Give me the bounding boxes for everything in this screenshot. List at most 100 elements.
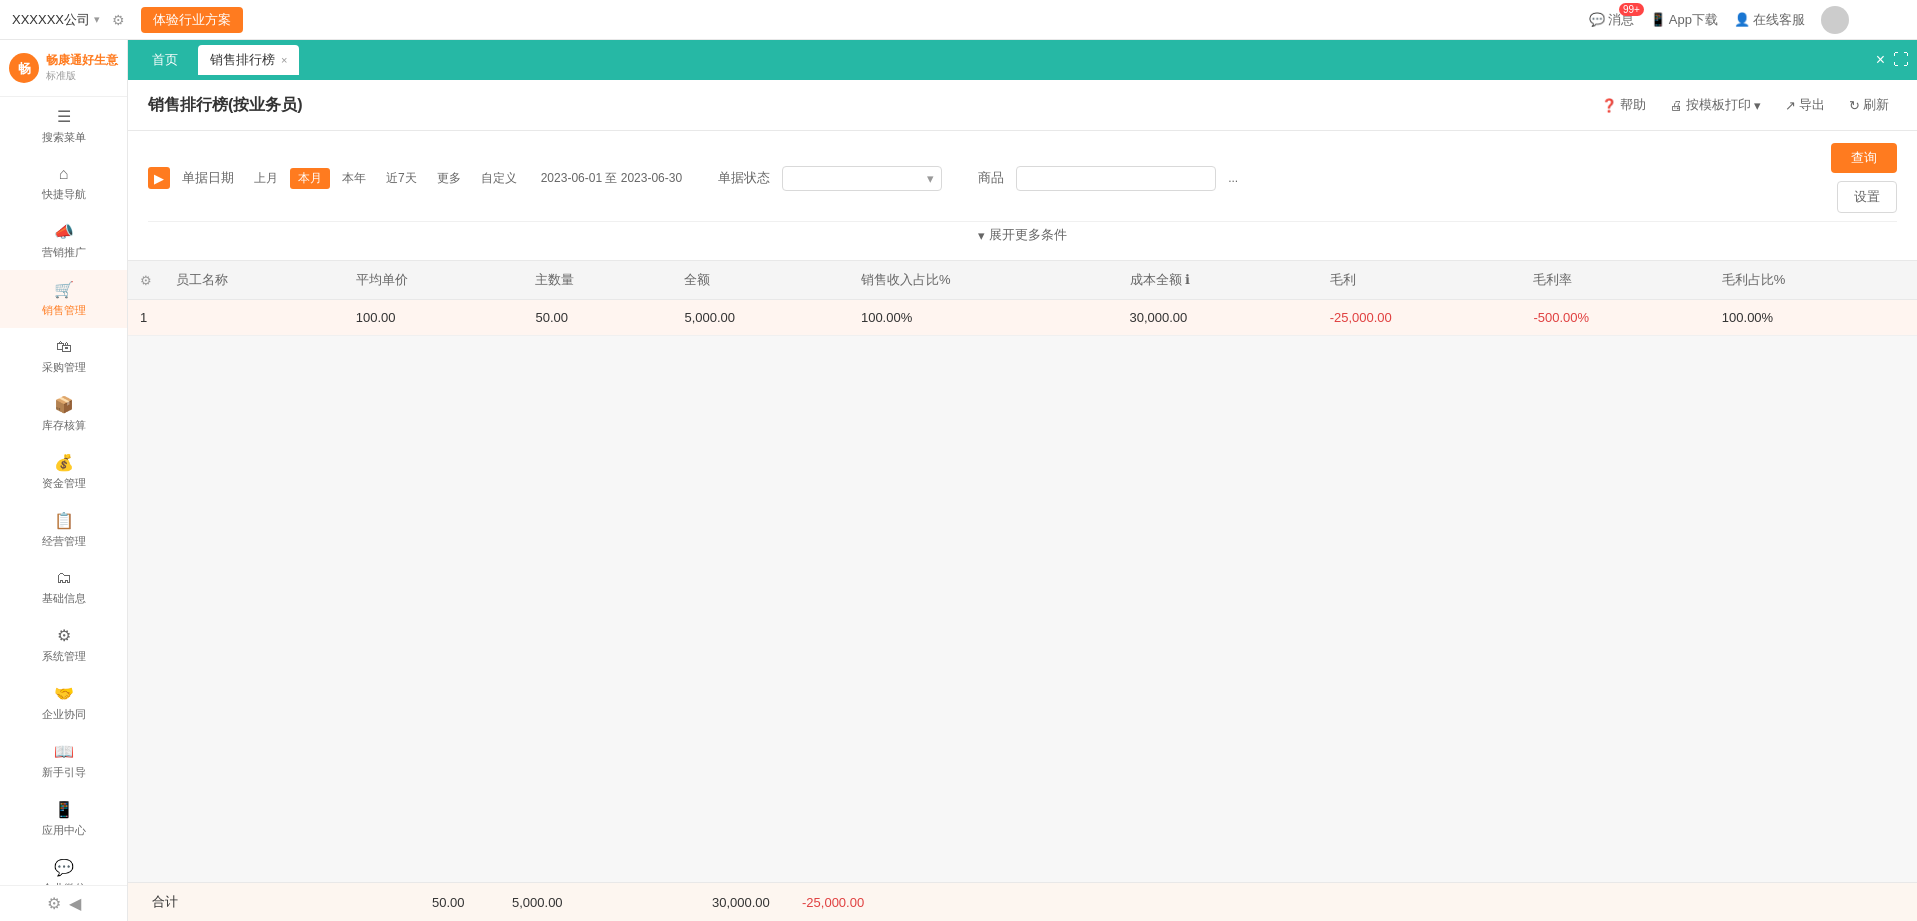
goods-label: 商品 (978, 169, 1004, 187)
refresh-button[interactable]: ↻ 刷新 (1841, 92, 1897, 118)
gear-icon[interactable]: ⚙ (112, 12, 125, 28)
collab-icon: 🤝 (54, 684, 74, 703)
date-tab-7days[interactable]: 近7天 (378, 168, 425, 189)
sidebar-item-inventory[interactable]: 📦 库存核算 (0, 385, 127, 443)
cell-cost-amount: 30,000.00 (1118, 300, 1318, 336)
trial-button[interactable]: 体验行业方案 (141, 7, 243, 33)
print-button[interactable]: 🖨 按模板打印 ▾ (1662, 92, 1769, 118)
help-button[interactable]: ❓ 帮助 (1593, 92, 1654, 118)
filter-row: ▶ 单据日期 上月 本月 本年 近7天 更多 自定义 2023-06-01 至 … (148, 143, 1897, 213)
date-tab-this-month[interactable]: 本月 (290, 168, 330, 189)
message-button[interactable]: 💬 消息 99+ (1589, 11, 1634, 29)
footer-label: 合计 (140, 893, 340, 911)
tab-home[interactable]: 首页 (136, 45, 194, 75)
settings-bottom-icon[interactable]: ⚙ (47, 894, 61, 913)
guide-icon: 📖 (54, 742, 74, 761)
inventory-icon: 📦 (54, 395, 74, 414)
avatar[interactable] (1821, 6, 1849, 34)
sidebar-items: ☰ 搜索菜单 ⌂ 快捷导航 📣 营销推广 🛒 销售管理 🛍 采购管理 📦 库 (0, 97, 127, 885)
sidebar-item-label: 新手引导 (42, 765, 86, 780)
company-name: XXXXXX公司 (12, 11, 90, 29)
logo-text: 畅康通好生意 (46, 53, 118, 69)
content-area: 首页 销售排行榜 × × ⛶ 销售排行榜(按业务员) ❓ 帮助 (128, 40, 1917, 921)
sidebar-item-app-center[interactable]: 📱 应用中心 (0, 790, 127, 848)
query-button[interactable]: 查询 (1831, 143, 1897, 173)
footer-amount: 5,000.00 (500, 895, 590, 910)
collapse-sidebar-icon[interactable]: ◀ (69, 894, 81, 913)
message-badge: 99+ (1619, 3, 1644, 16)
tab-bar-right: × ⛶ (1876, 51, 1909, 69)
sidebar-item-enterprise-collab[interactable]: 🤝 企业协同 (0, 674, 127, 732)
sidebar-item-finance[interactable]: 💰 资金管理 (0, 443, 127, 501)
tab-close-icon[interactable]: × (281, 54, 287, 66)
col-sales-pct: 销售收入占比% (849, 261, 1118, 300)
status-select-wrap (782, 166, 942, 191)
sidebar-item-label: 快捷导航 (42, 187, 86, 202)
close-window-icon[interactable]: × (1876, 51, 1885, 69)
sidebar-item-purchase-mgmt[interactable]: 🛍 采购管理 (0, 328, 127, 385)
expand-row: ▾ 展开更多条件 (148, 221, 1897, 248)
cell-main-qty: 50.00 (523, 300, 672, 336)
sidebar-item-label: 采购管理 (42, 360, 86, 375)
top-right-actions: 💬 消息 99+ 📱 App下载 👤 在线客服 (1589, 6, 1905, 34)
settings-button[interactable]: 设置 (1837, 181, 1897, 213)
export-icon: ↗ (1785, 98, 1796, 113)
status-select[interactable] (782, 166, 942, 191)
logo-icon: 畅 (8, 52, 40, 84)
refresh-icon: ↻ (1849, 98, 1860, 113)
sidebar-item-system-mgmt[interactable]: ⚙ 系统管理 (0, 616, 127, 674)
cell-gross-profit: -25,000.00 (1318, 300, 1522, 336)
chevron-down-icon: ▾ (94, 13, 100, 26)
col-settings: ⚙ (128, 261, 164, 300)
app-icon: 📱 (1650, 12, 1666, 27)
footer-cost-amount: 30,000.00 (700, 895, 790, 910)
col-cost-amount: 成本全额 ℹ (1118, 261, 1318, 300)
sidebar-item-label: 搜索菜单 (42, 130, 86, 145)
page-actions: ❓ 帮助 🖨 按模板打印 ▾ ↗ 导出 ↻ 刷新 (1593, 92, 1897, 118)
sidebar-item-operations[interactable]: 📋 经营管理 (0, 501, 127, 559)
online-service-button[interactable]: 👤 在线客服 (1734, 11, 1805, 29)
col-name: 员工名称 (164, 261, 344, 300)
table-area: ⚙ 员工名称 平均单价 主数量 全额 销售收入占比% 成本全额 ℹ 毛利 毛利率… (128, 261, 1917, 882)
finance-icon: 💰 (54, 453, 74, 472)
export-button[interactable]: ↗ 导出 (1777, 92, 1833, 118)
company-selector[interactable]: XXXXXX公司 ▾ (12, 11, 100, 29)
tab-bar: 首页 销售排行榜 × × ⛶ (128, 40, 1917, 80)
cell-name (164, 300, 344, 336)
date-tab-more[interactable]: 更多 (429, 168, 469, 189)
filter-area: ▶ 单据日期 上月 本月 本年 近7天 更多 自定义 2023-06-01 至 … (128, 131, 1917, 261)
fullscreen-icon[interactable]: ⛶ (1893, 51, 1909, 69)
sidebar-item-label: 资金管理 (42, 476, 86, 491)
sidebar-item-newbie-guide[interactable]: 📖 新手引导 (0, 732, 127, 790)
status-label: 单据状态 (718, 169, 770, 187)
sidebar-logo: 畅 畅康通好生意 标准版 (0, 40, 127, 97)
tab-sales-ranking[interactable]: 销售排行榜 × (198, 45, 299, 75)
date-tab-this-year[interactable]: 本年 (334, 168, 374, 189)
sidebar-item-enterprise-wechat[interactable]: 💬 企业微信 (0, 848, 127, 885)
cell-gross-rate: -500.00% (1521, 300, 1709, 336)
goods-more-button[interactable]: ... (1228, 171, 1238, 185)
sidebar-item-base-info[interactable]: 🗂 基础信息 (0, 559, 127, 616)
col-gross-pct: 毛利占比% (1710, 261, 1917, 300)
message-icon: 💬 (1589, 12, 1605, 27)
date-tab-last-month[interactable]: 上月 (246, 168, 286, 189)
date-tabs: 上月 本月 本年 近7天 更多 自定义 (246, 168, 525, 189)
service-icon: 👤 (1734, 12, 1750, 27)
footer-main-qty: 50.00 (420, 895, 500, 910)
print-icon: 🖨 (1670, 98, 1683, 113)
date-range-display: 2023-06-01 至 2023-06-30 (541, 170, 682, 187)
sidebar-item-label: 经营管理 (42, 534, 86, 549)
page-content: 销售排行榜(按业务员) ❓ 帮助 🖨 按模板打印 ▾ ↗ 导出 (128, 80, 1917, 921)
app-download-button[interactable]: 📱 App下载 (1650, 11, 1718, 29)
table-row: 1 100.00 50.00 5,000.00 100.00% 30,000.0… (128, 300, 1917, 336)
sidebar-item-sales-mgmt[interactable]: 🛒 销售管理 (0, 270, 127, 328)
sidebar-item-marketing[interactable]: 📣 营销推广 (0, 212, 127, 270)
filter-expand-arrow[interactable]: ▶ (148, 167, 170, 189)
goods-input[interactable] (1016, 166, 1216, 191)
column-settings-icon[interactable]: ⚙ (140, 273, 152, 288)
footer-gross-profit: -25,000.00 (790, 895, 890, 910)
sidebar-item-quick-nav[interactable]: ⌂ 快捷导航 (0, 155, 127, 212)
date-tab-custom[interactable]: 自定义 (473, 168, 525, 189)
expand-conditions-button[interactable]: ▾ 展开更多条件 (978, 226, 1067, 244)
sidebar-item-search-order[interactable]: ☰ 搜索菜单 (0, 97, 127, 155)
